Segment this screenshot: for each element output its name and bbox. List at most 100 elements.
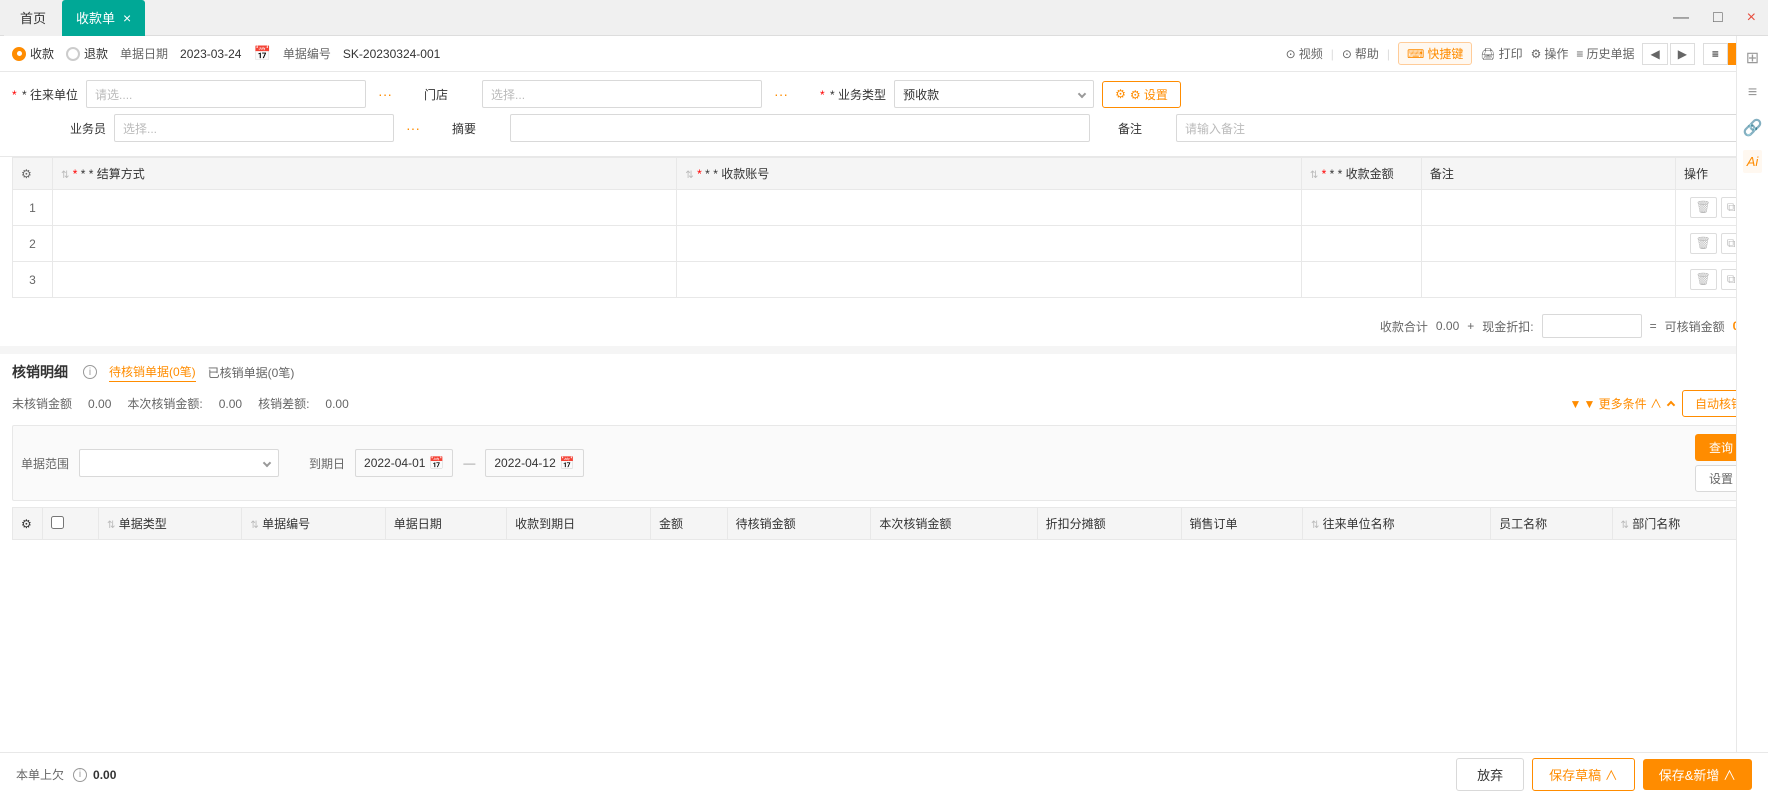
prev-info-icon[interactable]: i [73,768,87,782]
video-action[interactable]: ⊙ 视频 [1286,45,1323,62]
th-account: ⇅ * * 收款账号 [677,158,1301,190]
main-content: 收款 退款 单据日期 2023-03-24 📅 单据编号 SK-20230324… [0,36,1768,796]
row-num-2: 2 [13,226,53,262]
store-input[interactable]: 选择... [482,80,762,108]
th-counterparty-name: ⇅ 往来单位名称 [1302,508,1490,540]
th-discount: 折扣分摊额 [1037,508,1181,540]
th-amount: ⇅ * * 收款金额 [1301,158,1421,190]
form-row-1: * * 往来单位 请选.... ··· 门店 选择... ··· * * 业务类… [12,80,1756,108]
th-due-date: 收款到期日 [507,508,651,540]
store-more-icon[interactable]: ··· [770,86,792,102]
notes-cell-2[interactable] [1421,226,1675,262]
select-all-checkbox[interactable] [51,516,64,529]
radio-receive-dot [12,47,26,61]
amount-cell-1[interactable] [1301,190,1421,226]
diff-value: 0.00 [325,397,348,411]
pending-tab[interactable]: 待核销单据(0笔) [109,363,196,382]
settlement-cell-3[interactable] [53,262,677,298]
amount-cell-2[interactable] [1301,226,1421,262]
counterparty-more-icon[interactable]: ··· [374,86,396,102]
account-cell-3[interactable] [677,262,1301,298]
settlement-cell-2[interactable] [53,226,677,262]
notes-input[interactable]: 请输入备注 [1176,114,1756,142]
operation-action[interactable]: ⚙ 操作 [1531,45,1569,62]
prev-value: 0.00 [93,768,116,782]
counterparty-input[interactable]: 请选.... [86,80,366,108]
save-button[interactable]: 保存&新增 ∧ [1643,759,1752,790]
sidebar-link-icon[interactable]: 🔗 [1739,114,1767,142]
print-action[interactable]: 🖨 打印 [1480,45,1522,62]
tab-close-icon[interactable]: × [123,10,131,26]
business-type-chevron-icon [1078,90,1086,98]
business-type-select[interactable]: 预收款 [894,80,1094,108]
amount-cell-3[interactable] [1301,262,1421,298]
sidebar-ai-label[interactable]: Ai [1743,150,1763,173]
summary-input[interactable] [510,114,1090,142]
gear-icon-2[interactable]: ⚙ [21,517,32,531]
th-amount: 金额 [650,508,727,540]
close-button[interactable]: × [1739,5,1764,31]
more-conditions-button[interactable]: ▼ ▼ 更多条件 ∧ [1570,395,1674,412]
verification-section: 核销明细 i 待核销单据(0笔) 已核销单据(0笔) 未核销金额 0.00 本次… [0,354,1768,548]
staff-more-icon[interactable]: ··· [402,120,424,136]
number-value: SK-20230324-001 [343,47,440,61]
counterparty-label: * * 往来单位 [12,86,78,103]
right-sidebar: ⊞ ≡ 🔗 Ai [1736,36,1768,796]
discount-input[interactable] [1542,314,1642,338]
history-action[interactable]: ≡ 历史单据 [1576,45,1634,62]
number-label: 单据编号 [283,45,331,62]
row-num-3: 3 [13,262,53,298]
abandon-button[interactable]: 放弃 [1456,758,1524,791]
receipts-table-container: ⚙ ⇅ * * 结算方式 ⇅ * * 收款账号 ⇅ * [0,157,1768,306]
draft-button[interactable]: 保存草稿 ∧ [1532,758,1635,791]
notes-cell-1[interactable] [1421,190,1675,226]
tab-home[interactable]: 首页 [4,0,62,36]
verifiable-label: 可核销金额 [1665,318,1725,335]
date-separator: — [463,456,475,470]
date-label: 单据日期 [120,45,168,62]
tab-active[interactable]: 收款单 × [62,0,145,36]
filter-chevron-icon [263,459,271,467]
maximize-button[interactable]: □ [1705,5,1731,31]
filter-range-select[interactable] [79,449,279,477]
radio-group: 收款 退款 [12,45,108,62]
verify-info-icon[interactable]: i [83,365,97,379]
notes-cell-3[interactable] [1421,262,1675,298]
account-cell-2[interactable] [677,226,1301,262]
table-row: 3 🗑 ⧉ [13,262,1756,298]
calendar-to-icon: 📅 [560,456,575,470]
form-row-2: x 业务员 选择... ··· 摘要 备注 请输入备注 [12,114,1756,142]
th-settlement: ⇅ * * 结算方式 [53,158,677,190]
verify-table: ⚙ ⇅ 单据类型 ⇅ 单据编号 单据日期 [12,507,1756,540]
nav-prev-button[interactable]: ◀ [1642,43,1667,65]
view-list-button[interactable]: ≡ [1703,43,1728,65]
table-gear-icon[interactable]: ⚙ [21,167,32,181]
delete-row-1-icon[interactable]: 🗑 [1690,197,1717,218]
video-icon: ⊙ [1286,47,1296,61]
calendar-icon[interactable]: 📅 [253,45,270,62]
radio-refund[interactable]: 退款 [66,45,108,62]
nav-next-button[interactable]: ▶ [1670,43,1695,65]
delete-row-2-icon[interactable]: 🗑 [1690,233,1717,254]
minimize-button[interactable]: — [1665,5,1697,31]
verify-header: 核销明细 i 待核销单据(0笔) 已核销单据(0笔) [12,362,1756,382]
staff-input[interactable]: 选择... [114,114,394,142]
verified-tab[interactable]: 已核销单据(0笔) [208,364,295,381]
section-divider [0,346,1768,354]
shortcut-action[interactable]: ⌨ 快捷键 [1398,42,1472,65]
radio-receive[interactable]: 收款 [12,45,54,62]
date-to-input[interactable]: 2022-04-12 📅 [485,449,583,477]
help-action[interactable]: ⊙ 帮助 [1342,45,1379,62]
settings-button[interactable]: ⚙ ⚙ 设置 [1102,81,1181,108]
account-cell-1[interactable] [677,190,1301,226]
sidebar-list-icon[interactable]: ≡ [1744,80,1761,106]
receipts-table: ⚙ ⇅ * * 结算方式 ⇅ * * 收款账号 ⇅ * [12,157,1756,298]
window-controls: — □ × [1665,5,1764,31]
sidebar-table-icon[interactable]: ⊞ [1742,44,1763,72]
settlement-cell-1[interactable] [53,190,677,226]
print-icon: 🖨 [1480,47,1495,61]
date-from-input[interactable]: 2022-04-01 📅 [355,449,453,477]
chevron-up-icon [1664,397,1674,411]
delete-row-3-icon[interactable]: 🗑 [1690,269,1717,290]
th-pending-amount: 待核销金额 [727,508,871,540]
